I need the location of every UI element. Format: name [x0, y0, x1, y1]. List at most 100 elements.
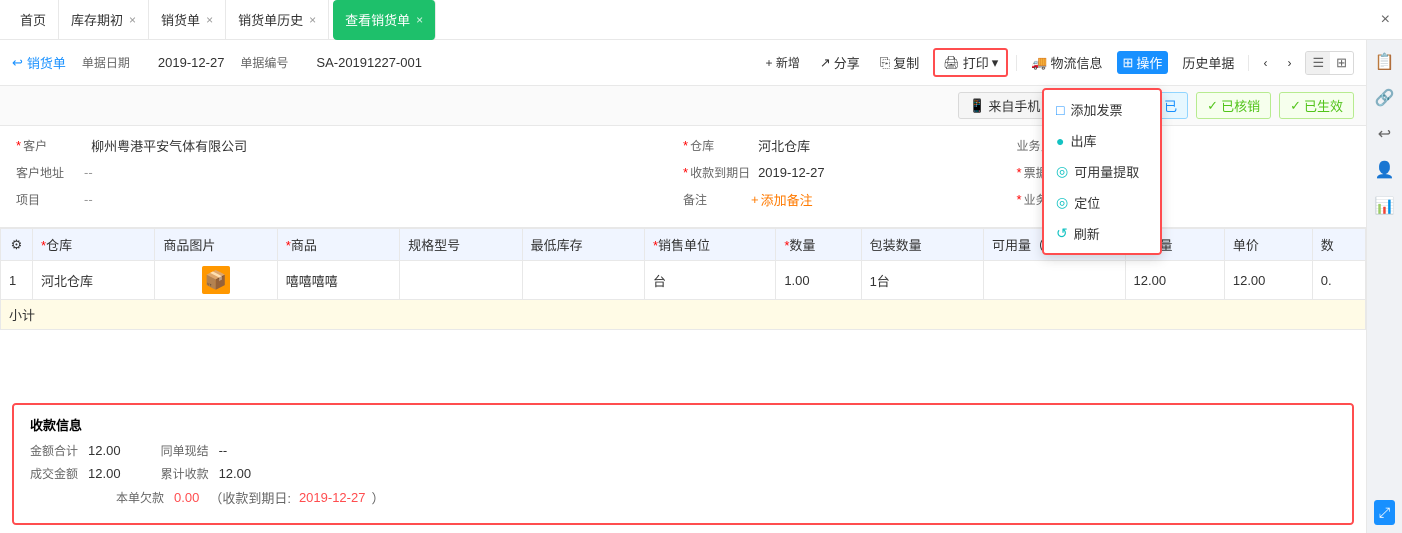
list-view-button[interactable]: ☰: [1306, 52, 1330, 74]
total-value: 12.00: [88, 443, 121, 458]
add-invoice-item[interactable]: □ 添加发票: [1044, 94, 1160, 125]
td-spec: [400, 261, 522, 300]
phone-icon: 📱: [969, 98, 985, 114]
view-toggle: ☰ ⊞: [1305, 51, 1354, 75]
td-unit: 台: [644, 261, 775, 300]
doc-type-label: 销货单: [27, 53, 66, 72]
sidebar-doc-icon[interactable]: 📋: [1371, 48, 1399, 76]
phone-status-btn[interactable]: 📱 来自手机: [958, 92, 1051, 119]
sold-status-btn[interactable]: ✓ 已核销: [1196, 92, 1271, 119]
number-value: SA-20191227-001: [316, 55, 422, 70]
td-stock: 12.00: [1125, 261, 1224, 300]
outbound-label: 出库: [1070, 131, 1096, 150]
tab-sales-close[interactable]: ×: [206, 13, 213, 27]
due-close: ）: [371, 488, 384, 507]
separator: [1016, 55, 1017, 71]
grid-view-button[interactable]: ⊞: [1330, 52, 1353, 74]
prev-button[interactable]: ‹: [1257, 54, 1273, 72]
share-button[interactable]: ↗ 分享: [814, 51, 866, 74]
doc-title: ↩ 销货单: [12, 53, 66, 72]
total-field: 金额合计 12.00: [30, 442, 121, 459]
th-price: 单价: [1224, 229, 1312, 261]
refresh-label: 刷新: [1074, 224, 1100, 243]
subtotal-label: 小计: [1, 300, 1366, 330]
tab-inventory-close[interactable]: ×: [129, 13, 136, 27]
td-available: [983, 261, 1125, 300]
tab-inventory[interactable]: 库存期初 ×: [59, 0, 149, 40]
payment-row-3: 本单欠款 0.00 （收款到期日: 2019-12-27 ）: [30, 488, 1336, 507]
window-close-button[interactable]: ×: [1381, 11, 1390, 29]
same-order-field: 同单现结 --: [161, 442, 228, 459]
tab-sales-history[interactable]: 销货单历史 ×: [226, 0, 329, 40]
td-index: 1: [1, 261, 33, 300]
logistics-button[interactable]: 🚚 物流信息: [1025, 51, 1108, 74]
next-button[interactable]: ›: [1281, 54, 1297, 72]
tab-view-sales-label: 查看销货单: [345, 10, 410, 29]
sidebar-chart-icon[interactable]: 📊: [1371, 192, 1399, 220]
due-date-field: * 收款到期日 2019-12-27: [683, 164, 1017, 181]
print-button[interactable]: 🖨 打印 ▾: [933, 48, 1008, 77]
new-button[interactable]: + 新增: [760, 52, 806, 73]
cumulative-label: 累计收款: [161, 465, 209, 482]
locate-label: 定位: [1074, 193, 1100, 212]
copy-button[interactable]: ⎘ 复制: [874, 51, 925, 74]
invoice-icon: □: [1056, 102, 1064, 118]
sales-order-icon: ↩: [12, 55, 23, 71]
tab-view-sales-close[interactable]: ×: [416, 13, 423, 27]
trade-label: 成交金额: [30, 465, 78, 482]
address-label: 客户地址: [16, 164, 76, 181]
th-product: *商品: [277, 229, 399, 261]
date-value: 2019-12-27: [158, 55, 225, 70]
td-pack-qty: 1台: [861, 261, 983, 300]
tab-bar: 首页 库存期初 × 销货单 × 销货单历史 × 查看销货单 × ×: [0, 0, 1402, 40]
sidebar-expand-icon[interactable]: ⤢: [1374, 500, 1395, 525]
trade-value: 12.00: [88, 466, 121, 481]
th-warehouse: *仓库: [33, 229, 155, 261]
history-button[interactable]: 历史单据: [1176, 51, 1240, 74]
tab-home-label: 首页: [20, 10, 46, 29]
same-order-value: --: [219, 443, 228, 458]
locate-icon: ◎: [1056, 194, 1068, 211]
sidebar-return-icon[interactable]: ↩: [1374, 120, 1395, 148]
note-field: 备注 + 添加备注: [683, 190, 1017, 209]
sold-icon: ✓: [1207, 98, 1218, 114]
operate-button[interactable]: ⊞ 操作: [1117, 51, 1169, 74]
outbound-item[interactable]: ● 出库: [1044, 125, 1160, 156]
th-min-stock: 最低库存: [522, 229, 644, 261]
tab-sales-history-close[interactable]: ×: [309, 13, 316, 27]
add-note-button[interactable]: + 添加备注: [751, 190, 813, 209]
tab-inventory-label: 库存期初: [71, 10, 123, 29]
th-image: 商品图片: [155, 229, 277, 261]
available-qty-label: 可用量提取: [1074, 162, 1139, 181]
total-label: 金额合计: [30, 442, 78, 459]
table-row: 1 河北仓库 📦 嘻嘻嘻嘻 台 1.00 1台 12.00 12.00: [1, 261, 1366, 300]
warehouse-label: 仓库: [690, 137, 750, 154]
same-order-label: 同单现结: [161, 442, 209, 459]
td-quantity: 1.00: [776, 261, 861, 300]
customer-value: 柳州粤港平安气体有限公司: [91, 136, 247, 155]
effect-icon: ✓: [1290, 98, 1301, 114]
th-unit: *销售单位: [644, 229, 775, 261]
project-field: 项目 --: [16, 191, 683, 208]
due-field: 本单欠款 0.00 （收款到期日: 2019-12-27 ）: [30, 488, 1336, 507]
refresh-item[interactable]: ↺ 刷新: [1044, 218, 1160, 249]
due-date-label: 收款到期日: [690, 164, 750, 181]
effect-status-btn[interactable]: ✓ 已生效: [1279, 92, 1354, 119]
payment-row-1: 金额合计 12.00 同单现结 --: [30, 442, 1336, 459]
product-image: 📦: [202, 266, 230, 294]
tab-home[interactable]: 首页: [8, 0, 59, 40]
cumulative-field: 累计收款 12.00: [161, 465, 252, 482]
toolbar: + 新增 ↗ 分享 ⎘ 复制 🖨 打印 ▾ 🚚 物流信: [760, 48, 1354, 77]
available-qty-item[interactable]: ◎ 可用量提取: [1044, 156, 1160, 187]
sidebar-link-icon[interactable]: 🔗: [1371, 84, 1399, 112]
due-note: （收款到期日:: [209, 488, 291, 507]
locate-item[interactable]: ◎ 定位: [1044, 187, 1160, 218]
warehouse-field: * 仓库 河北仓库: [683, 136, 1017, 155]
td-amount: 0.: [1312, 261, 1365, 300]
project-value: --: [84, 192, 93, 207]
sidebar-user-icon[interactable]: 👤: [1371, 156, 1399, 184]
share-icon: ↗: [820, 55, 831, 71]
tab-sales[interactable]: 销货单 ×: [149, 0, 226, 40]
tab-view-sales[interactable]: 查看销货单 ×: [333, 0, 436, 40]
date-label: 单据日期: [82, 54, 142, 71]
